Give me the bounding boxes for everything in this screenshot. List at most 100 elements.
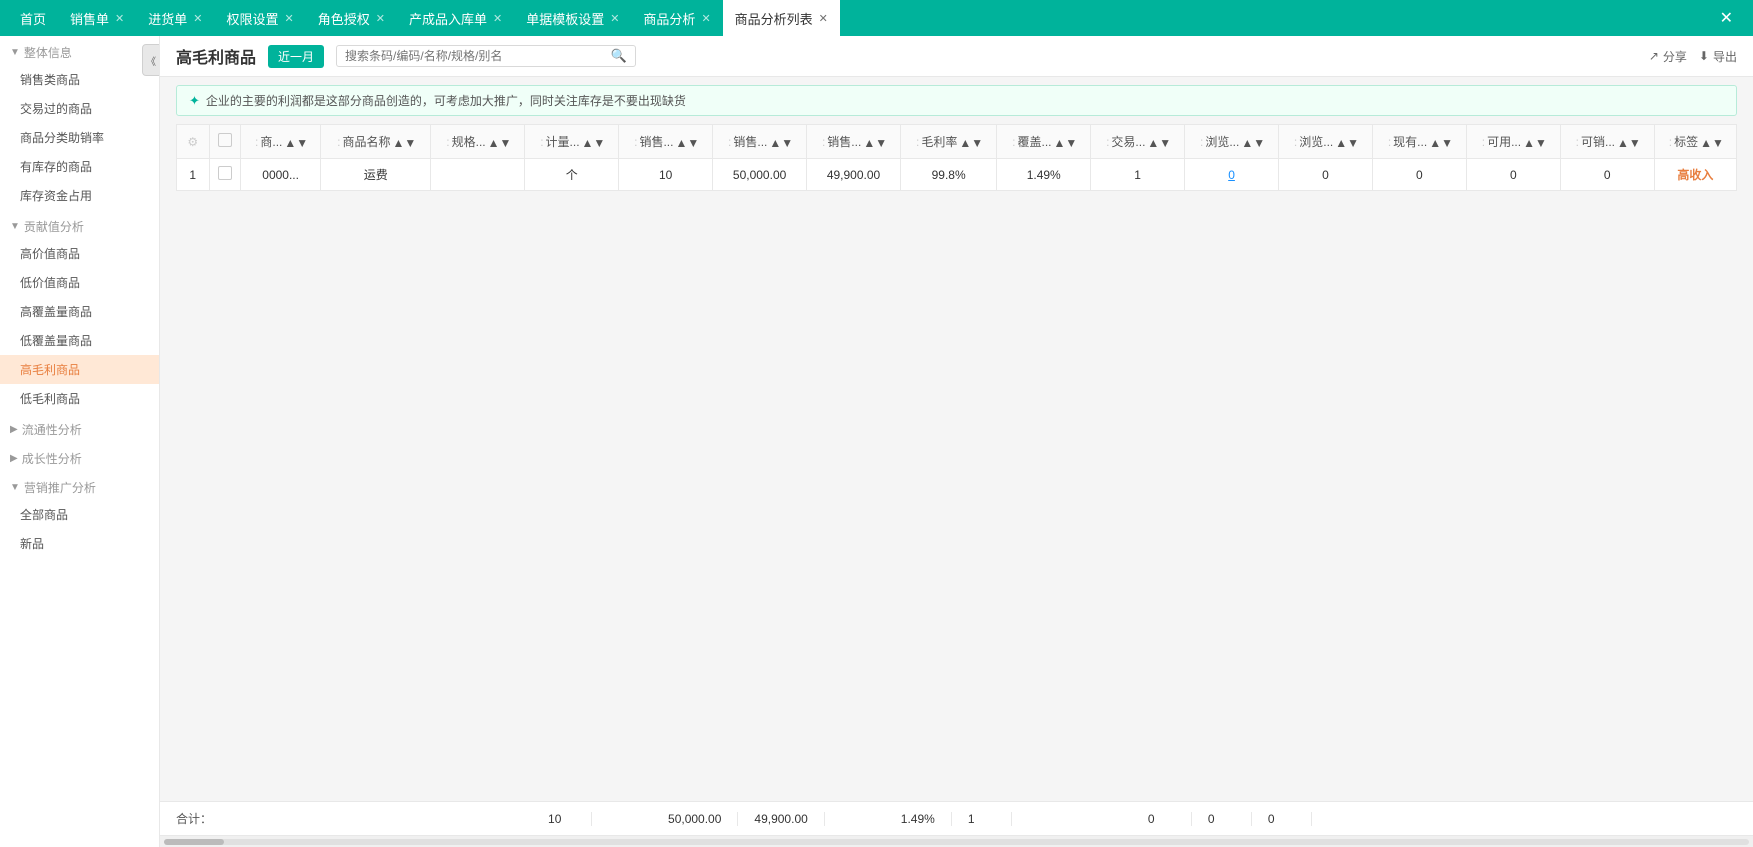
sort-icon[interactable]: ▲▼ [582,136,606,150]
browse1-link[interactable]: 0 [1228,168,1235,182]
nav-close-icon[interactable]: ✕ [376,12,385,25]
nav-close-icon[interactable]: ✕ [193,12,202,25]
nav-close-icon[interactable]: ✕ [701,12,710,25]
resize-handle: : [1669,135,1672,149]
sort-icon[interactable]: ▲▼ [769,136,793,150]
sort-icon[interactable]: ▲▼ [1523,136,1547,150]
filter-period-button[interactable]: 近一月 [268,45,324,68]
sort-icon[interactable]: ▲▼ [1617,136,1641,150]
sort-icon[interactable]: ▲▼ [1147,136,1171,150]
sidebar-item-交易过的商品[interactable]: 交易过的商品 [0,94,159,123]
resize-handle: : [916,135,919,149]
nav-close-icon[interactable]: ✕ [115,12,124,25]
export-icon: ⬇ [1699,49,1709,63]
col-header-14: :现有...▲▼ [1372,125,1466,159]
row-browse2: 0 [1279,159,1373,191]
export-button[interactable]: ⬇ 导出 [1699,48,1737,65]
col-header-5: :计量...▲▼ [525,125,619,159]
row-tag-label: 高收入 [1677,168,1713,182]
sidebar-group-title[interactable]: ▼ 贡献值分析 [0,210,159,239]
sort-icon[interactable]: ▲▼ [1054,136,1078,150]
row-stock2: 0 [1466,159,1560,191]
search-box-container: 🔍 [336,45,636,67]
sort-icon[interactable]: ▲▼ [488,136,512,150]
nav-close-icon[interactable]: ✕ [819,12,828,25]
sidebar-item-销售类商品[interactable]: 销售类商品 [0,65,159,94]
page-title: 高毛利商品 [176,44,256,68]
scrollbar-track[interactable] [164,839,1749,845]
sort-icon[interactable]: ▲▼ [284,136,308,150]
nav-close-icon[interactable]: ✕ [493,12,502,25]
sidebar-item-低毛利商品[interactable]: 低毛利商品 [0,384,159,413]
sidebar-item-高价值商品[interactable]: 高价值商品 [0,239,159,268]
sidebar-group-title[interactable]: ▼ 整体信息 [0,36,159,65]
content-area: 高毛利商品 近一月 🔍 ↗ 分享 ⬇ 导出 ✦ 企业的主要的利润都是这部分商品创… [160,36,1753,847]
nav-item-进货单[interactable]: 进货单✕ [136,0,214,36]
sidebar-group-title[interactable]: ▶ 流通性分析 [0,413,159,442]
sidebar-group-流通性分析: ▶ 流通性分析 [0,413,159,442]
col-header-0: ⚙ [177,125,210,159]
table-container[interactable]: ⚙:商...▲▼:商品名称▲▼:规格...▲▼:计量...▲▼:销售...▲▼:… [160,124,1753,801]
nav-item-商品分析列表[interactable]: 商品分析列表✕ [723,0,840,36]
resize-handle: : [1200,135,1203,149]
sidebar-item-高覆盖量商品[interactable]: 高覆盖量商品 [0,297,159,326]
resize-handle: : [446,135,449,149]
scrollbar-thumb[interactable] [164,839,224,845]
sidebar-group-title[interactable]: ▼ 营销推广分析 [0,471,159,500]
sidebar-group-title[interactable]: ▶ 成长性分析 [0,442,159,471]
sidebar-item-库存资金占用[interactable]: 库存资金占用 [0,181,159,210]
footer-cell-14: 0 [1132,812,1192,826]
nav-item-权限设置[interactable]: 权限设置✕ [214,0,305,36]
sidebar-item-低覆盖量商品[interactable]: 低覆盖量商品 [0,326,159,355]
sidebar-item-高毛利商品[interactable]: 高毛利商品 [0,355,159,384]
row-checkbox-cell [209,159,241,191]
footer-cell-5: 10 [532,812,592,826]
info-banner: ✦ 企业的主要的利润都是这部分商品创造的，可考虑加大推广，同时关注库存是不要出现… [176,85,1737,116]
nav-item-商品分析[interactable]: 商品分析✕ [631,0,722,36]
resize-handle: : [634,135,637,149]
col-header-6: :销售...▲▼ [619,125,713,159]
data-table: ⚙:商...▲▼:商品名称▲▼:规格...▲▼:计量...▲▼:销售...▲▼:… [176,124,1737,191]
table-row: 10000...运费个1050,000.0049,900.0099.8%1.49… [177,159,1737,191]
sort-icon[interactable]: ▲▼ [959,136,983,150]
nav-item-产成品入库单[interactable]: 产成品入库单✕ [397,0,514,36]
nav-item-首页[interactable]: 首页 [8,0,58,36]
close-window-button[interactable]: ✕ [1708,8,1745,28]
arrow-icon: ▼ [10,47,20,58]
sort-icon[interactable]: ▲▼ [1429,136,1453,150]
sort-icon[interactable]: ▲▼ [675,136,699,150]
row-coverage: 1.49% [997,159,1091,191]
sort-icon[interactable]: ▲▼ [1241,136,1265,150]
share-button[interactable]: ↗ 分享 [1649,48,1687,65]
sort-icon[interactable]: ▲▼ [1700,136,1724,150]
sidebar-item-全部商品[interactable]: 全部商品 [0,500,159,529]
sidebar-item-有库存的商品[interactable]: 有库存的商品 [0,152,159,181]
sidebar-item-低价值商品[interactable]: 低价值商品 [0,268,159,297]
horizontal-scrollbar[interactable] [160,835,1753,847]
col-header-17: :标签▲▼ [1654,125,1736,159]
row-name: 运费 [321,159,431,191]
search-icon[interactable]: 🔍 [611,48,627,64]
nav-close-icon[interactable]: ✕ [610,12,619,25]
nav-item-单据模板设置[interactable]: 单据模板设置✕ [514,0,631,36]
sidebar-collapse-button[interactable]: 《 [142,44,160,76]
row-gross-rate: 99.8% [900,159,996,191]
sort-icon[interactable]: ▲▼ [863,136,887,150]
nav-item-角色授权[interactable]: 角色授权✕ [306,0,397,36]
sidebar-group-成长性分析: ▶ 成长性分析 [0,442,159,471]
nav-item-销售单[interactable]: 销售单✕ [58,0,136,36]
sort-icon[interactable]: ▲▼ [1335,136,1359,150]
sidebar-item-商品分类助销率[interactable]: 商品分类助销率 [0,123,159,152]
header-right-actions: ↗ 分享 ⬇ 导出 [1649,48,1737,65]
col-header-8: :销售...▲▼ [807,125,901,159]
search-input[interactable] [345,49,611,63]
sidebar-item-新品[interactable]: 新品 [0,529,159,558]
row-checkbox[interactable] [218,166,232,180]
select-all-checkbox[interactable] [218,133,232,147]
nav-close-icon[interactable]: ✕ [285,12,294,25]
resize-handle: : [337,135,340,149]
sidebar: 《 ▼ 整体信息销售类商品交易过的商品商品分类助销率有库存的商品库存资金占用▼ … [0,36,160,847]
sort-icon[interactable]: ▲▼ [393,136,417,150]
main-layout: 《 ▼ 整体信息销售类商品交易过的商品商品分类助销率有库存的商品库存资金占用▼ … [0,36,1753,847]
col-header-10: :覆盖...▲▼ [997,125,1091,159]
